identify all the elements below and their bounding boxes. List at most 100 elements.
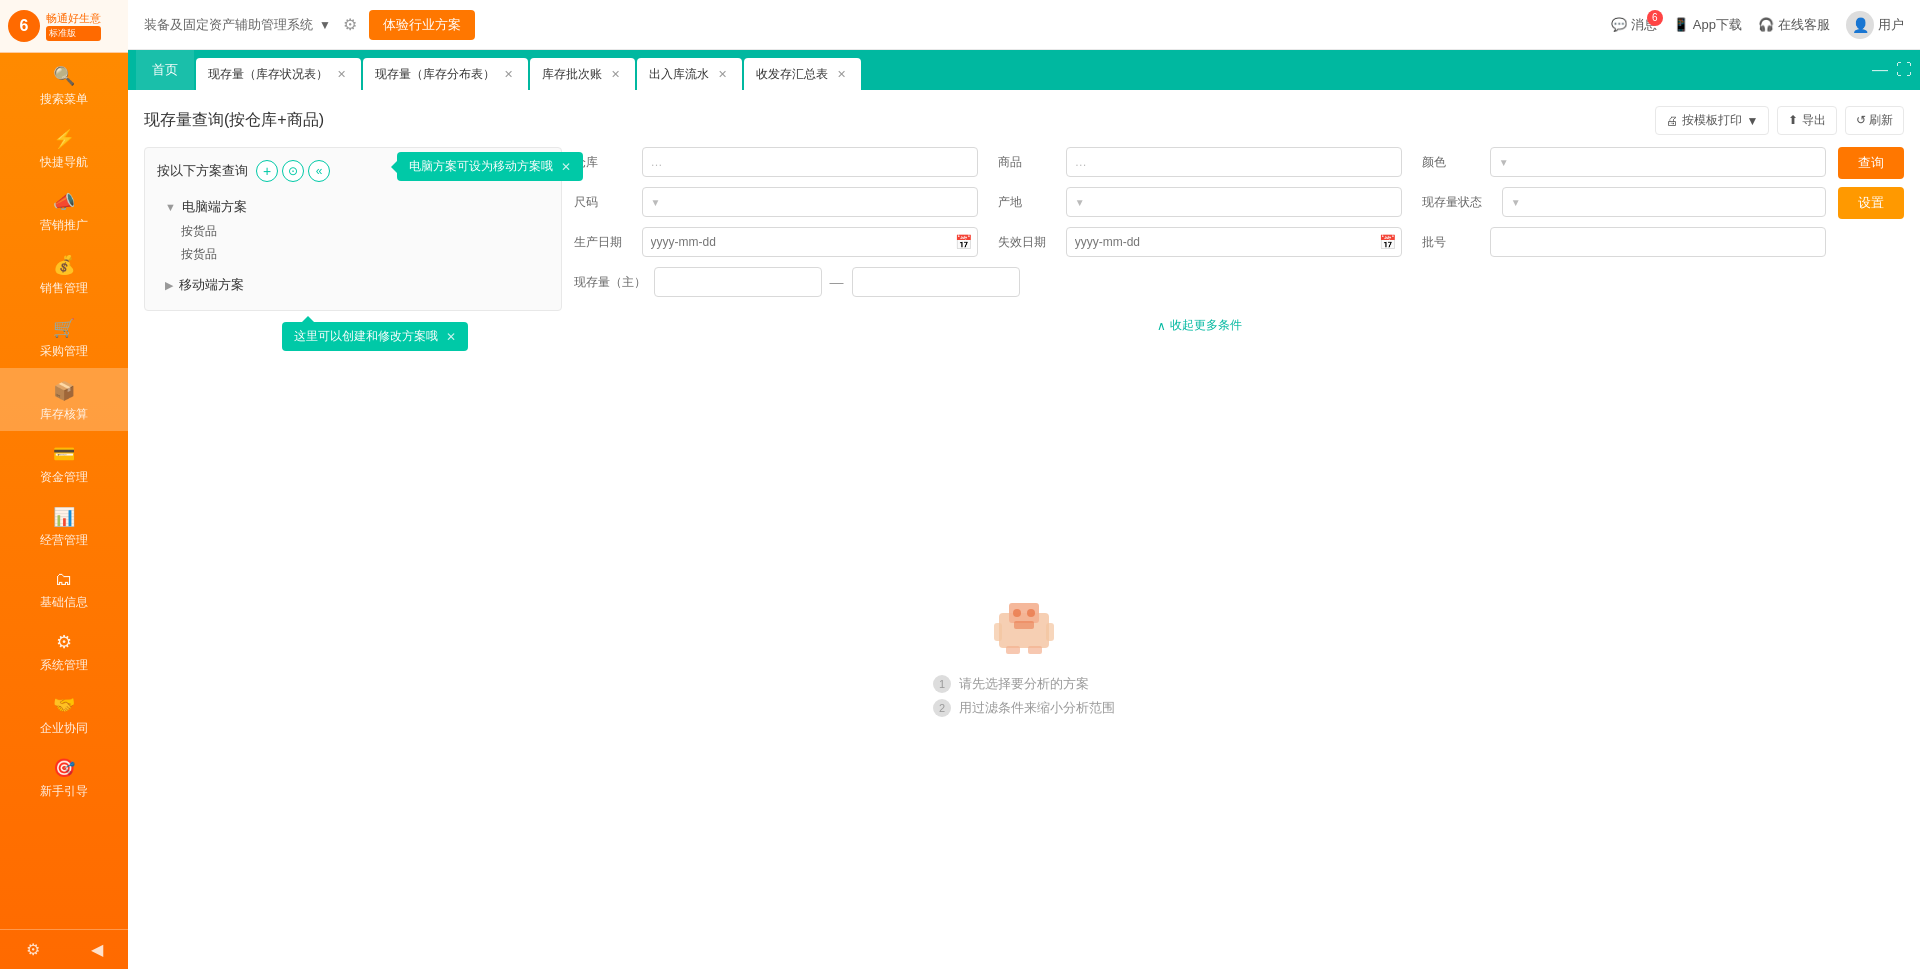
system-name: 装备及固定资产辅助管理系统 ▼ <box>144 16 331 34</box>
sidebar-item-label: 采购管理 <box>40 343 88 360</box>
stock-status-select[interactable]: ▼ <box>1502 187 1826 217</box>
search-menu-icon: 🔍 <box>53 65 75 87</box>
sidebar-collapse-btn[interactable]: ◀ <box>91 940 103 959</box>
edit-popover-close[interactable]: ✕ <box>446 330 456 344</box>
origin-select[interactable]: ▼ <box>1066 187 1402 217</box>
size-label: 尺码 <box>574 194 634 211</box>
tab-1[interactable]: 现存量（库存分布表） ✕ <box>363 58 528 90</box>
header-message[interactable]: 💬 消息 6 <box>1611 16 1657 34</box>
tab-maximize-icon[interactable]: ⛶ <box>1896 61 1912 79</box>
sidebar-item-inventory[interactable]: 📦 库存核算 <box>0 368 128 431</box>
sidebar: 6 畅通好生意 标准版 🔍 搜索菜单 ⚡ 快捷导航 📣 营销推广 💰 销售管理 … <box>0 0 128 969</box>
sidebar-item-enterprise[interactable]: 🤝 企业协同 <box>0 682 128 745</box>
tab-4-close-icon[interactable]: ✕ <box>834 67 849 82</box>
industry-btn[interactable]: 体验行业方案 <box>369 10 475 40</box>
plan-popover-text: 电脑方案可设为移动方案哦 <box>409 158 553 175</box>
batch-label: 批号 <box>1422 234 1482 251</box>
sidebar-nav: 🔍 搜索菜单 ⚡ 快捷导航 📣 营销推广 💰 销售管理 🛒 采购管理 📦 库存核… <box>0 53 128 929</box>
sidebar-item-label: 经营管理 <box>40 532 88 549</box>
warehouse-field: 仓库 … <box>574 147 978 177</box>
tab-0[interactable]: 现存量（库存状况表） ✕ <box>196 58 361 90</box>
sidebar-logo: 6 畅通好生意 标准版 <box>0 0 128 53</box>
query-btn[interactable]: 查询 <box>1838 147 1904 179</box>
logo-icon: 6 <box>8 10 40 42</box>
sidebar-item-operations[interactable]: 📊 经营管理 <box>0 494 128 557</box>
sidebar-item-guide[interactable]: 🎯 新手引导 <box>0 745 128 808</box>
expiry-date-field: 失效日期 📅 <box>998 227 1402 257</box>
plan-popover-close[interactable]: ✕ <box>561 160 571 174</box>
sidebar-item-basic[interactable]: 🗂 基础信息 <box>0 557 128 619</box>
production-date-calendar-icon: 📅 <box>955 234 972 250</box>
collapse-up-icon: ∧ <box>1157 319 1166 333</box>
sidebar-item-marketing[interactable]: 📣 营销推广 <box>0 179 128 242</box>
tab-2-close-icon[interactable]: ✕ <box>608 67 623 82</box>
page-title: 现存量查询(按仓库+商品) <box>144 110 324 131</box>
size-select[interactable]: ▼ <box>642 187 978 217</box>
expiry-date-input[interactable] <box>1066 227 1402 257</box>
color-select[interactable]: ▼ <box>1490 147 1826 177</box>
origin-field: 产地 ▼ <box>998 187 1402 217</box>
svg-rect-8 <box>1028 646 1042 654</box>
header-app[interactable]: 📱 App下载 <box>1673 16 1742 34</box>
stock-status-label: 现存量状态 <box>1422 194 1494 211</box>
plan-sub-item-0[interactable]: 按货品 <box>181 220 549 243</box>
template-print-btn[interactable]: 🖨 按模板打印 ▼ <box>1655 106 1769 135</box>
tab-minimize-icon[interactable]: — <box>1872 61 1888 79</box>
plan-tree-mobile[interactable]: ▶ 移动端方案 <box>165 272 549 298</box>
filter-copy-btn[interactable]: ⊙ <box>282 160 304 182</box>
sidebar-item-purchase[interactable]: 🛒 采购管理 <box>0 305 128 368</box>
plan-sub-item-1[interactable]: 按货品 <box>181 243 549 266</box>
export-icon: ⬆ <box>1788 113 1798 127</box>
tab-0-close-icon[interactable]: ✕ <box>334 67 349 82</box>
empty-tips: 1 请先选择要分析的方案 2 用过滤条件来缩小分析范围 <box>933 675 1115 717</box>
header-support[interactable]: 🎧 在线客服 <box>1758 16 1830 34</box>
tip-text-1: 用过滤条件来缩小分析范围 <box>959 699 1115 717</box>
goods-select[interactable]: … <box>1066 147 1402 177</box>
sidebar-item-finance[interactable]: 💳 资金管理 <box>0 431 128 494</box>
sidebar-item-quick-nav[interactable]: ⚡ 快捷导航 <box>0 116 128 179</box>
filter-add-btn[interactable]: + <box>256 160 278 182</box>
print-icon: 🖨 <box>1666 114 1678 128</box>
header-gear-icon[interactable]: ⚙ <box>343 15 357 34</box>
export-btn[interactable]: ⬆ 导出 <box>1777 106 1836 135</box>
mobile-plan-label: 移动端方案 <box>179 276 244 294</box>
plan-tree-desktop[interactable]: ▼ 电脑端方案 <box>165 194 549 220</box>
tab-1-close-icon[interactable]: ✕ <box>501 67 516 82</box>
batch-input[interactable] <box>1490 227 1826 257</box>
warehouse-select[interactable]: … <box>642 147 978 177</box>
sidebar-item-search-menu[interactable]: 🔍 搜索菜单 <box>0 53 128 116</box>
sidebar-item-label: 库存核算 <box>40 406 88 423</box>
app-label: App下载 <box>1693 16 1742 34</box>
svg-rect-5 <box>994 623 1002 641</box>
header-user[interactable]: 👤 用户 <box>1846 11 1904 39</box>
reset-btn[interactable]: 设置 <box>1838 187 1904 219</box>
refresh-label: 刷新 <box>1869 113 1893 127</box>
stock-status-arrow: ▼ <box>1511 197 1521 208</box>
content-header: 现存量查询(按仓库+商品) 🖨 按模板打印 ▼ ⬆ 导出 ↺ 刷新 <box>144 106 1904 135</box>
stock-main-to-input[interactable] <box>852 267 1020 297</box>
stock-main-from-input[interactable] <box>654 267 822 297</box>
support-icon: 🎧 <box>1758 17 1774 32</box>
refresh-btn[interactable]: ↺ 刷新 <box>1845 106 1904 135</box>
tab-3-close-icon[interactable]: ✕ <box>715 67 730 82</box>
svg-point-3 <box>1027 609 1035 617</box>
plan-tree-sub: 按货品 按货品 <box>165 220 549 266</box>
empty-tip-0: 1 请先选择要分析的方案 <box>933 675 1115 693</box>
plan-tree: ▼ 电脑端方案 按货品 按货品 ▶ 移动端方案 <box>157 194 549 298</box>
collapse-more-btn[interactable]: ∧ 收起更多条件 <box>574 317 1827 334</box>
tab-4[interactable]: 收发存汇总表 ✕ <box>744 58 861 90</box>
filter-back-btn[interactable]: « <box>308 160 330 182</box>
tab-home[interactable]: 首页 <box>136 50 194 90</box>
message-badge: 6 <box>1647 10 1663 26</box>
sidebar-item-sales[interactable]: 💰 销售管理 <box>0 242 128 305</box>
tab-2[interactable]: 库存批次账 ✕ <box>530 58 635 90</box>
collapse-more-label: 收起更多条件 <box>1170 317 1242 334</box>
sidebar-settings-btn[interactable]: ⚙ <box>26 940 40 959</box>
tab-3-label: 出入库流水 <box>649 66 709 83</box>
tip-num-0: 1 <box>933 675 951 693</box>
tab-4-label: 收发存汇总表 <box>756 66 828 83</box>
tab-3[interactable]: 出入库流水 ✕ <box>637 58 742 90</box>
sidebar-item-system[interactable]: ⚙ 系统管理 <box>0 619 128 682</box>
sidebar-item-label: 系统管理 <box>40 657 88 674</box>
production-date-input[interactable] <box>642 227 978 257</box>
